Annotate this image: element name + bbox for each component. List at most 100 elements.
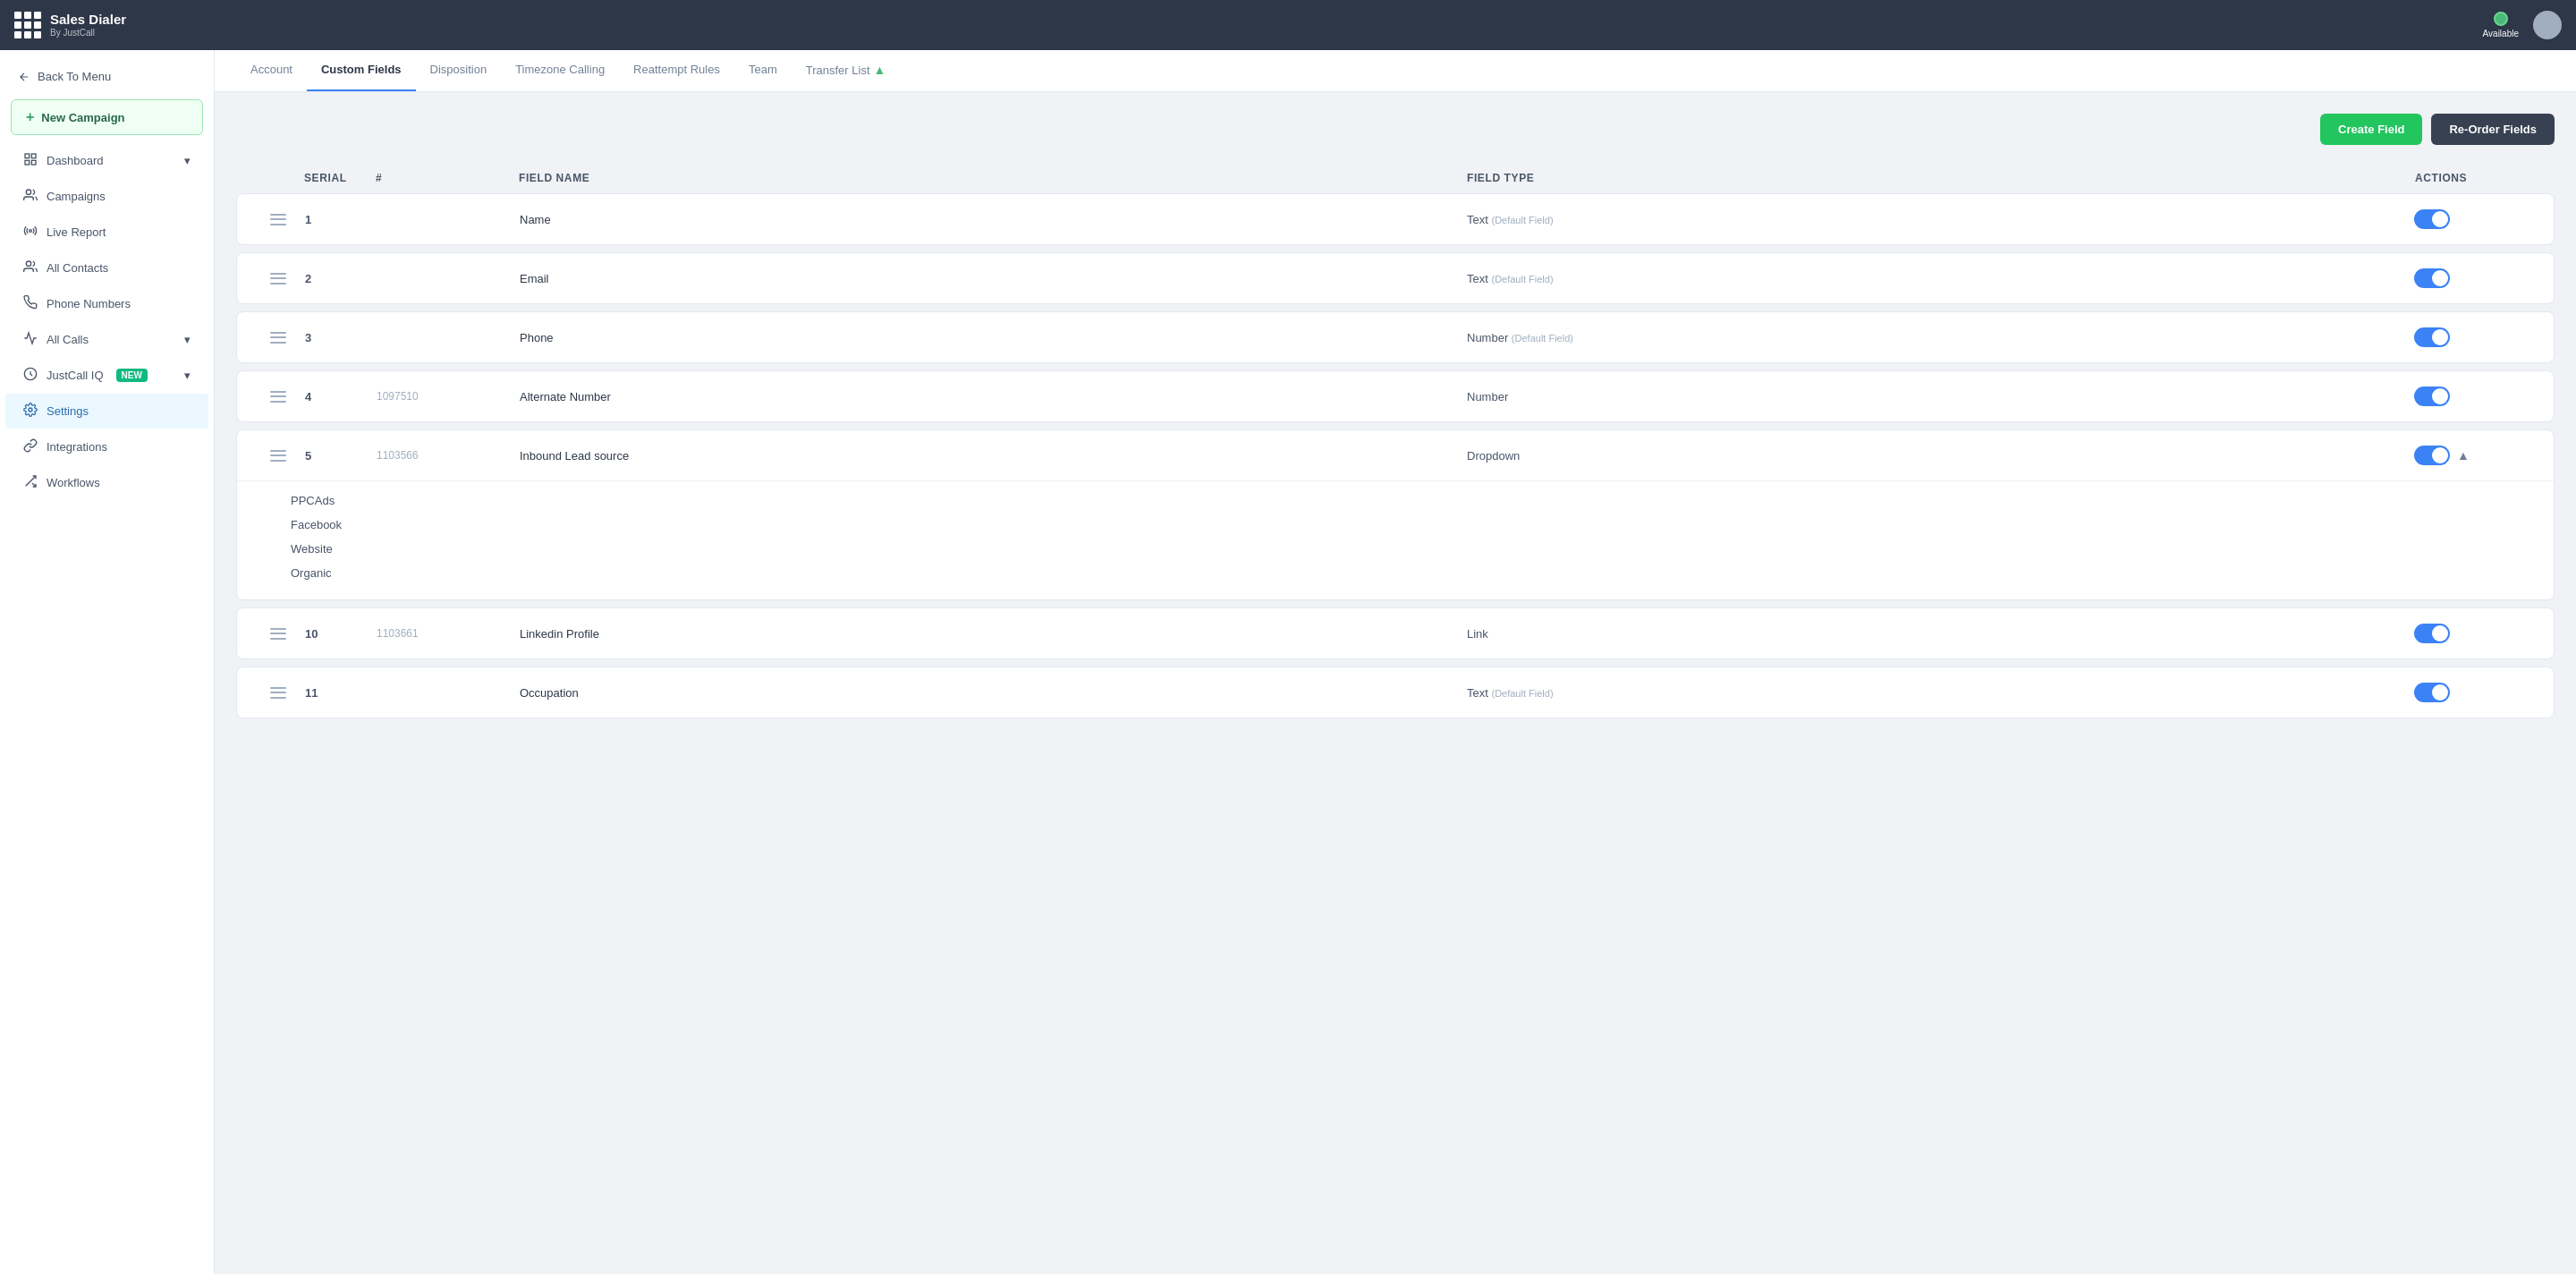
- field-name: Inbound Lead source: [520, 449, 1467, 463]
- sidebar-item-label: Campaigns: [47, 190, 106, 203]
- toolbar: Create Field Re-Order Fields: [236, 114, 2555, 145]
- svg-point-4: [26, 190, 30, 194]
- status-label: Available: [2483, 29, 2519, 38]
- upgrade-icon: ▲: [874, 63, 886, 77]
- dropdown-option: Website: [291, 537, 2500, 561]
- sidebar-item-justcall-iq[interactable]: JustCall IQ NEW ▾: [5, 358, 208, 393]
- field-row-field-1: 1 Name Text (Default Field): [236, 193, 2555, 245]
- drag-handle[interactable]: [251, 687, 305, 699]
- row-actions: [2414, 683, 2539, 702]
- field-type: Text (Default Field): [1467, 213, 2414, 226]
- drag-handle[interactable]: [251, 628, 305, 640]
- svg-rect-1: [31, 154, 36, 158]
- settings-icon: [23, 403, 38, 420]
- field-toggle[interactable]: [2414, 327, 2450, 347]
- sidebar-item-live-report[interactable]: Live Report: [5, 215, 208, 250]
- reorder-fields-button[interactable]: Re-Order Fields: [2431, 114, 2555, 145]
- svg-rect-3: [31, 160, 36, 165]
- tab-timezone-calling[interactable]: Timezone Calling: [501, 50, 619, 91]
- avatar[interactable]: [2533, 11, 2562, 39]
- tab-account[interactable]: Account: [236, 50, 307, 91]
- topnav-right: Available: [2483, 11, 2562, 39]
- field-row-field-2: 2 Email Text (Default Field): [236, 252, 2555, 304]
- sidebar-item-label: JustCall IQ: [47, 369, 104, 382]
- header-actions: Actions: [2415, 172, 2540, 184]
- sidebar-item-integrations[interactable]: Integrations: [5, 429, 208, 464]
- sidebar-item-settings[interactable]: Settings: [5, 394, 208, 429]
- field-type: Dropdown: [1467, 449, 2414, 463]
- default-field-label: (Default Field): [1491, 274, 1553, 285]
- field-row-main: 11 Occupation Text (Default Field): [237, 667, 2554, 718]
- new-campaign-button[interactable]: + New Campaign: [11, 99, 203, 135]
- tab-team[interactable]: Team: [734, 50, 792, 91]
- drag-handle[interactable]: [251, 391, 305, 403]
- new-badge: NEW: [116, 369, 148, 382]
- row-actions: [2414, 386, 2539, 406]
- sidebar-item-all-contacts[interactable]: All Contacts: [5, 251, 208, 285]
- new-campaign-label: New Campaign: [41, 111, 124, 124]
- justcall-iq-icon: [23, 367, 38, 384]
- sidebar-item-dashboard[interactable]: Dashboard ▾: [5, 143, 208, 178]
- sidebar-item-label: Integrations: [47, 440, 107, 454]
- field-toggle[interactable]: [2414, 268, 2450, 288]
- field-toggle[interactable]: [2414, 209, 2450, 229]
- field-serial: 5: [305, 449, 377, 463]
- field-toggle[interactable]: [2414, 446, 2450, 465]
- field-name: Linkedin Profile: [520, 627, 1467, 641]
- chevron-icon: ▾: [184, 369, 191, 382]
- field-row-field-10: 10 1103661 Linkedin Profile Link: [236, 607, 2555, 659]
- back-to-menu-label: Back To Menu: [38, 70, 111, 83]
- grid-icon[interactable]: [14, 12, 41, 38]
- row-actions: [2414, 268, 2539, 288]
- drag-handle[interactable]: [251, 214, 305, 225]
- tab-custom-fields[interactable]: Custom Fields: [307, 50, 416, 91]
- brand-subtitle: By JustCall: [50, 28, 126, 38]
- tabs-bar: AccountCustom FieldsDispositionTimezone …: [215, 50, 2576, 92]
- sidebar-item-all-calls[interactable]: All Calls ▾: [5, 322, 208, 357]
- drag-handle[interactable]: [251, 450, 305, 462]
- create-field-button[interactable]: Create Field: [2320, 114, 2422, 145]
- field-type: Number: [1467, 390, 2414, 403]
- drag-handle[interactable]: [251, 273, 305, 285]
- field-toggle[interactable]: [2414, 386, 2450, 406]
- tab-reattempt-rules[interactable]: Reattempt Rules: [619, 50, 734, 91]
- field-name: Email: [520, 272, 1467, 285]
- field-toggle[interactable]: [2414, 624, 2450, 643]
- sidebar-item-workflows[interactable]: Workflows: [5, 465, 208, 500]
- row-actions: [2414, 327, 2539, 347]
- back-to-menu-button[interactable]: Back To Menu: [0, 61, 214, 92]
- field-row-field-3: 3 Phone Number (Default Field): [236, 311, 2555, 363]
- sidebar: Back To Menu + New Campaign Dashboard ▾ …: [0, 50, 215, 1274]
- field-serial: 3: [305, 331, 377, 344]
- field-type: Number (Default Field): [1467, 331, 2414, 344]
- brand-title: Sales Dialer: [50, 13, 126, 28]
- status-indicator[interactable]: Available: [2483, 12, 2519, 38]
- row-actions: ▲: [2414, 446, 2539, 465]
- campaigns-icon: [23, 188, 38, 205]
- table-header: Serial # Field Name Field Type Actions: [236, 163, 2555, 193]
- drag-handle[interactable]: [251, 332, 305, 344]
- dashboard-icon: [23, 152, 38, 169]
- sidebar-item-label: Settings: [47, 404, 89, 418]
- tab-transfer-list[interactable]: Transfer List▲: [792, 50, 901, 91]
- field-row-main: 1 Name Text (Default Field): [237, 194, 2554, 244]
- sidebar-item-phone-numbers[interactable]: Phone Numbers: [5, 286, 208, 321]
- brand: Sales Dialer By JustCall: [14, 12, 126, 38]
- svg-point-6: [26, 261, 30, 266]
- field-serial: 11: [305, 686, 377, 700]
- field-serial: 2: [305, 272, 377, 285]
- chevron-icon: ▾: [184, 154, 191, 167]
- field-name: Alternate Number: [520, 390, 1467, 403]
- field-row-main: 4 1097510 Alternate Number Number: [237, 371, 2554, 421]
- default-field-label: (Default Field): [1512, 333, 1573, 344]
- sidebar-item-label: Workflows: [47, 476, 100, 489]
- expand-chevron-icon[interactable]: ▲: [2457, 448, 2470, 463]
- field-row-field-11: 11 Occupation Text (Default Field): [236, 667, 2555, 718]
- field-toggle[interactable]: [2414, 683, 2450, 702]
- field-id: 1103661: [377, 627, 520, 640]
- dropdown-option: Facebook: [291, 513, 2500, 537]
- header-drag: [250, 172, 304, 184]
- header-field-type: Field Type: [1467, 172, 2415, 184]
- tab-disposition[interactable]: Disposition: [416, 50, 502, 91]
- sidebar-item-campaigns[interactable]: Campaigns: [5, 179, 208, 214]
